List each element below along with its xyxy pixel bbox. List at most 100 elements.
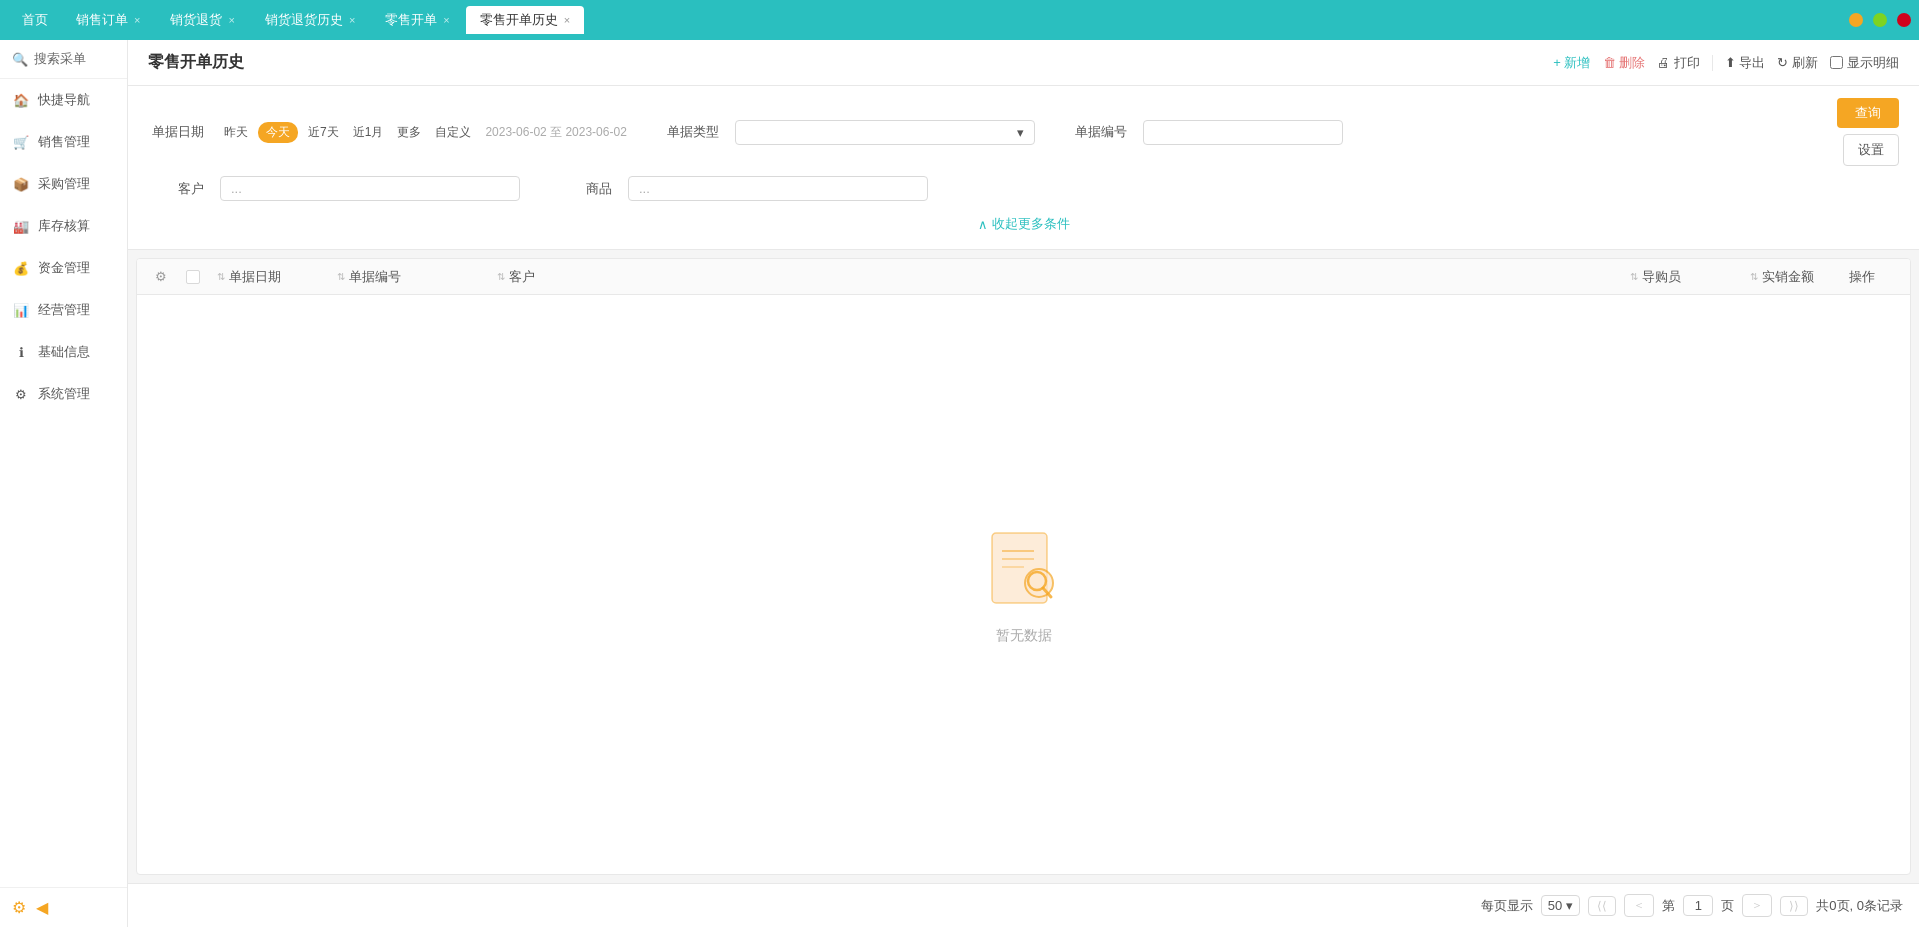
page-unit: 页 (1721, 897, 1734, 915)
close-tab-retail-open-history[interactable]: × (564, 14, 570, 26)
sidebar-item-operations[interactable]: 📊 经营管理 (0, 289, 127, 331)
filter-row-1: 单据日期 昨天 今天 近7天 近1月 更多 自定义 2023-06-02 至 2… (148, 98, 1899, 166)
sidebar-item-purchase-mgmt[interactable]: 📦 采购管理 (0, 163, 127, 205)
sidebar-item-label: 基础信息 (38, 343, 90, 361)
toolbar: + 新增 🗑 删除 🖨 打印 ⬆ 导出 ↻ 刷新 显示明细 (1553, 54, 1899, 72)
window-controls (1849, 13, 1911, 27)
per-page-select[interactable]: 50 ▾ (1541, 895, 1580, 916)
product-input[interactable]: ... (628, 176, 928, 201)
system-icon: ⚙ (12, 385, 30, 403)
doc-type-select[interactable]: ▾ (735, 120, 1035, 145)
close-tab-sales-return-history[interactable]: × (349, 14, 355, 26)
col-header-docno[interactable]: ⇅ 单据编号 (329, 268, 489, 286)
sidebar-item-label: 快捷导航 (38, 91, 90, 109)
tab-sales-return-history[interactable]: 销货退货历史 × (251, 6, 369, 34)
add-button[interactable]: + 新增 (1553, 54, 1590, 72)
tab-sales-order[interactable]: 销售订单 × (62, 6, 154, 34)
doc-no-input[interactable] (1143, 120, 1343, 145)
per-page-chevron-icon: ▾ (1566, 898, 1573, 913)
tab-retail-open-history[interactable]: 零售开单历史 × (466, 6, 584, 34)
shortcut-yesterday[interactable]: 昨天 (220, 122, 252, 143)
col-header-date[interactable]: ⇅ 单据日期 (209, 268, 329, 286)
select-all-checkbox[interactable] (186, 270, 200, 284)
close-tab-retail-open[interactable]: × (443, 14, 449, 26)
customer-placeholder: ... (231, 181, 242, 196)
filter-actions: 查询 设置 (1837, 98, 1899, 166)
sidebar-item-label: 资金管理 (38, 259, 90, 277)
chevron-up-icon: ∧ (978, 217, 988, 232)
sidebar-item-sales-mgmt[interactable]: 🛒 销售管理 (0, 121, 127, 163)
cart-icon: 🛒 (12, 133, 30, 151)
sidebar-item-basic-info[interactable]: ℹ 基础信息 (0, 331, 127, 373)
minimize-button[interactable] (1849, 13, 1863, 27)
box-icon: 📦 (12, 175, 30, 193)
home-icon: 🏠 (12, 91, 30, 109)
close-tab-sales-order[interactable]: × (134, 14, 140, 26)
sidebar-bottom: ⚙ ◀ (0, 887, 127, 927)
shortcut-more[interactable]: 更多 (393, 122, 425, 143)
warehouse-icon: 🏭 (12, 217, 30, 235)
sidebar-item-quick-nav[interactable]: 🏠 快捷导航 (0, 79, 127, 121)
export-button[interactable]: ⬆ 导出 (1725, 54, 1766, 72)
sort-icon: ⇅ (217, 271, 225, 282)
tab-home[interactable]: 首页 (8, 11, 62, 29)
close-button[interactable] (1897, 13, 1911, 27)
collapse-filter-button[interactable]: ∧ 收起更多条件 (974, 211, 1074, 237)
tab-sales-return[interactable]: 销货退货 × (156, 6, 248, 34)
sidebar-item-label: 库存核算 (38, 217, 90, 235)
current-page-display[interactable]: 1 (1683, 895, 1713, 916)
query-button[interactable]: 查询 (1837, 98, 1899, 128)
first-page-button[interactable]: ⟨⟨ (1588, 896, 1616, 916)
info-icon: ℹ (12, 343, 30, 361)
close-tab-sales-return[interactable]: × (228, 14, 234, 26)
col-header-amount[interactable]: ⇅ 实销金额 (1722, 268, 1822, 286)
per-page-label: 每页显示 (1481, 897, 1533, 915)
chevron-down-icon: ▾ (1017, 125, 1024, 140)
col-header-guide[interactable]: ⇅ 导购员 (1622, 268, 1722, 286)
col-settings[interactable]: ⚙ (145, 269, 177, 284)
product-label: 商品 (556, 180, 612, 198)
main-layout: 🔍 搜索采单 🏠 快捷导航 🛒 销售管理 📦 采购管理 🏭 库存核算 💰 资金管… (0, 40, 1919, 927)
sidebar-item-label: 采购管理 (38, 175, 90, 193)
tab-retail-open[interactable]: 零售开单 × (371, 6, 463, 34)
pagination: 每页显示 50 ▾ ⟨⟨ ＜ 第 1 页 ＞ ⟩⟩ 共0页, 0条记录 (128, 883, 1919, 927)
customer-input[interactable]: ... (220, 176, 520, 201)
sidebar: 🔍 搜索采单 🏠 快捷导航 🛒 销售管理 📦 采购管理 🏭 库存核算 💰 资金管… (0, 40, 128, 927)
page-title: 零售开单历史 (148, 52, 244, 73)
sort-icon: ⇅ (497, 271, 505, 282)
sidebar-item-label: 系统管理 (38, 385, 90, 403)
sidebar-search[interactable]: 🔍 搜索采单 (0, 40, 127, 79)
sidebar-settings-button[interactable]: ⚙ (12, 898, 26, 917)
refresh-button[interactable]: ↻ 刷新 (1777, 54, 1818, 72)
next-page-button[interactable]: ＞ (1742, 894, 1772, 917)
sidebar-item-inventory[interactable]: 🏭 库存核算 (0, 205, 127, 247)
show-detail-checkbox[interactable]: 显示明细 (1830, 54, 1899, 72)
col-header-ops: 操作 (1822, 268, 1902, 286)
table-container: ⚙ ⇅ 单据日期 ⇅ 单据编号 ⇅ 客户 ⇅ (136, 258, 1911, 875)
shortcut-1month[interactable]: 近1月 (349, 122, 388, 143)
maximize-button[interactable] (1873, 13, 1887, 27)
shortcut-today[interactable]: 今天 (258, 122, 298, 143)
money-icon: 💰 (12, 259, 30, 277)
col-checkbox-header[interactable] (177, 270, 209, 284)
setting-button[interactable]: 设置 (1843, 134, 1899, 166)
last-page-button[interactable]: ⟩⟩ (1780, 896, 1808, 916)
table-header: ⚙ ⇅ 单据日期 ⇅ 单据编号 ⇅ 客户 ⇅ (137, 259, 1910, 295)
sidebar-item-label: 销售管理 (38, 133, 90, 151)
filter-area: 单据日期 昨天 今天 近7天 近1月 更多 自定义 2023-06-02 至 2… (128, 86, 1919, 250)
col-header-customer[interactable]: ⇅ 客户 (489, 268, 1622, 286)
show-detail-input[interactable] (1830, 56, 1843, 69)
empty-icon (974, 525, 1074, 615)
sidebar-item-system[interactable]: ⚙ 系统管理 (0, 373, 127, 415)
prev-page-button[interactable]: ＜ (1624, 894, 1654, 917)
search-icon: 🔍 (12, 52, 28, 67)
sidebar-collapse-button[interactable]: ◀ (36, 898, 48, 917)
product-placeholder: ... (639, 181, 650, 196)
shortcut-custom[interactable]: 自定义 (431, 122, 475, 143)
print-button[interactable]: 🖨 打印 (1657, 54, 1700, 72)
page-header: 零售开单历史 + 新增 🗑 删除 🖨 打印 ⬆ 导出 ↻ 刷新 显示明细 (128, 40, 1919, 86)
shortcut-7days[interactable]: 近7天 (304, 122, 343, 143)
sidebar-item-finance[interactable]: 💰 资金管理 (0, 247, 127, 289)
delete-button[interactable]: 🗑 删除 (1603, 54, 1646, 72)
page-total: 共0页, 0条记录 (1816, 897, 1903, 915)
